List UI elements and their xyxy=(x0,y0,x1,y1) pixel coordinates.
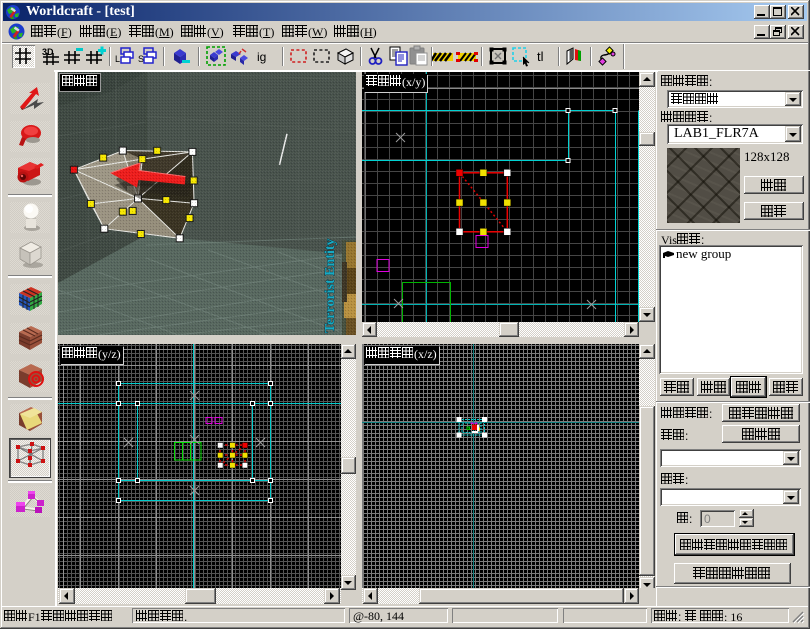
svg-text:3D: 3D xyxy=(42,47,54,57)
svg-text:S: S xyxy=(138,54,144,64)
svg-text:tl: tl xyxy=(537,49,544,64)
svg-text:Terrorist Entity: Terrorist Entity xyxy=(323,239,338,334)
svg-text:ig: ig xyxy=(257,50,266,64)
svg-text:L: L xyxy=(115,54,120,64)
